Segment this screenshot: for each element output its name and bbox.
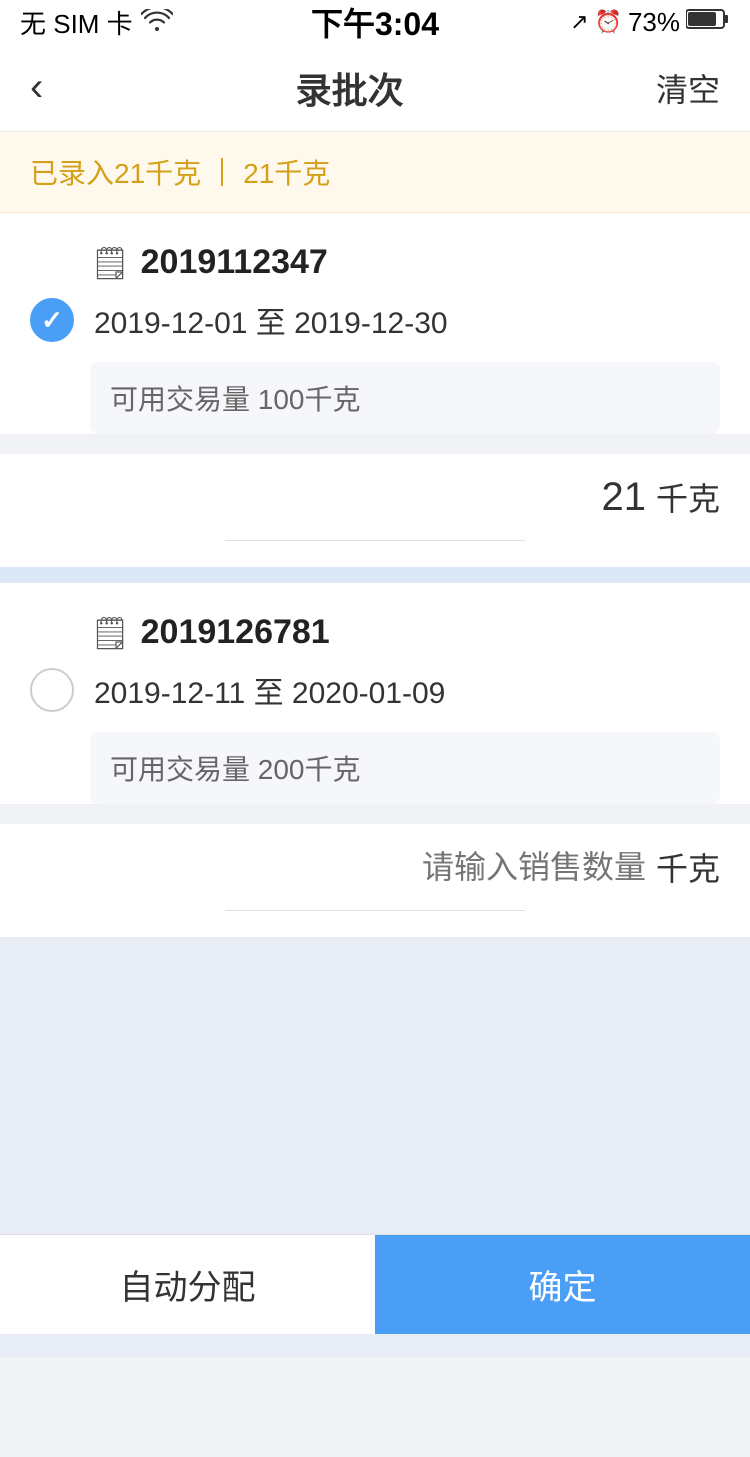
alarm-icon: ⏰ (595, 9, 622, 35)
nav-bar: ‹ 录批次 清空 (0, 44, 750, 132)
batch1-date-row[interactable]: ✓ 2019-12-01 至 2019-12-30 (30, 298, 720, 342)
batch2-doc-icon: 🗒 (90, 614, 131, 652)
batch2-divider (225, 910, 525, 911)
section-divider (0, 567, 750, 583)
batch2-divider-wrapper (0, 910, 750, 921)
batch1-amount-unit: 千克 (656, 474, 720, 520)
page-title: 录批次 (296, 62, 404, 114)
batch1-date: 2019-12-01 至 2019-12-30 (94, 298, 448, 342)
batch1-available-text: 可用交易量 100千克 (110, 384, 361, 415)
battery-percent: 73% (628, 7, 680, 38)
batch2-id-row: 🗒 2019126781 (30, 613, 720, 652)
recorded-amount-value: 21千克 (243, 152, 330, 192)
wifi-icon (141, 7, 173, 38)
batch2-id: 2019126781 (141, 613, 330, 652)
confirm-button[interactable]: 确定 (375, 1235, 750, 1334)
batch2-input-row: 千克 (0, 824, 750, 910)
batch1-amount-wrapper: 21 千克 (0, 454, 750, 567)
info-divider (221, 158, 223, 186)
batch2-date-row[interactable]: 2019-12-11 至 2020-01-09 (30, 668, 720, 712)
status-right: ↗ ⏰ 73% (570, 7, 730, 38)
location-icon: ↗ (570, 9, 588, 35)
back-button[interactable]: ‹ (30, 65, 43, 110)
no-sim-text: 无 SIM 卡 (20, 4, 133, 41)
batch1-radio[interactable]: ✓ (30, 298, 74, 342)
status-time: 下午3:04 (311, 0, 439, 44)
batch2-qty-input[interactable] (346, 849, 646, 886)
batch1-amount-row: 21 千克 (0, 454, 750, 540)
auto-distribute-button[interactable]: 自动分配 (0, 1235, 375, 1334)
battery-icon (686, 8, 730, 37)
batch1-available-qty: 可用交易量 100千克 (90, 362, 720, 434)
info-banner: 已录入21千克 21千克 (0, 132, 750, 213)
recorded-amount-label: 已录入21千克 (30, 152, 201, 192)
batch1-doc-icon: 🗒 (90, 244, 131, 282)
clear-button[interactable]: 清空 (656, 65, 720, 111)
batch1-id-row: 🗒 2019112347 (30, 243, 720, 282)
batch2-radio[interactable] (30, 668, 74, 712)
batch-card-1: 🗒 2019112347 ✓ 2019-12-01 至 2019-12-30 可… (0, 213, 750, 434)
batch2-date: 2019-12-11 至 2020-01-09 (94, 668, 445, 712)
batch2-input-wrapper: 千克 (0, 824, 750, 937)
batch1-divider (225, 540, 525, 541)
batch2-available-qty: 可用交易量 200千克 (90, 732, 720, 804)
status-bar: 无 SIM 卡 下午3:04 ↗ ⏰ 73% (0, 0, 750, 44)
batch2-unit: 千克 (656, 844, 720, 890)
batch2-available-text: 可用交易量 200千克 (110, 754, 361, 785)
bottom-bar: 自动分配 确定 (0, 1234, 750, 1334)
batch1-id: 2019112347 (141, 243, 328, 282)
batch1-amount-value: 21 (601, 475, 646, 520)
batch1-check-icon: ✓ (41, 305, 63, 336)
status-left: 无 SIM 卡 (20, 4, 173, 41)
batch-card-2: 🗒 2019126781 2019-12-11 至 2020-01-09 可用交… (0, 583, 750, 804)
